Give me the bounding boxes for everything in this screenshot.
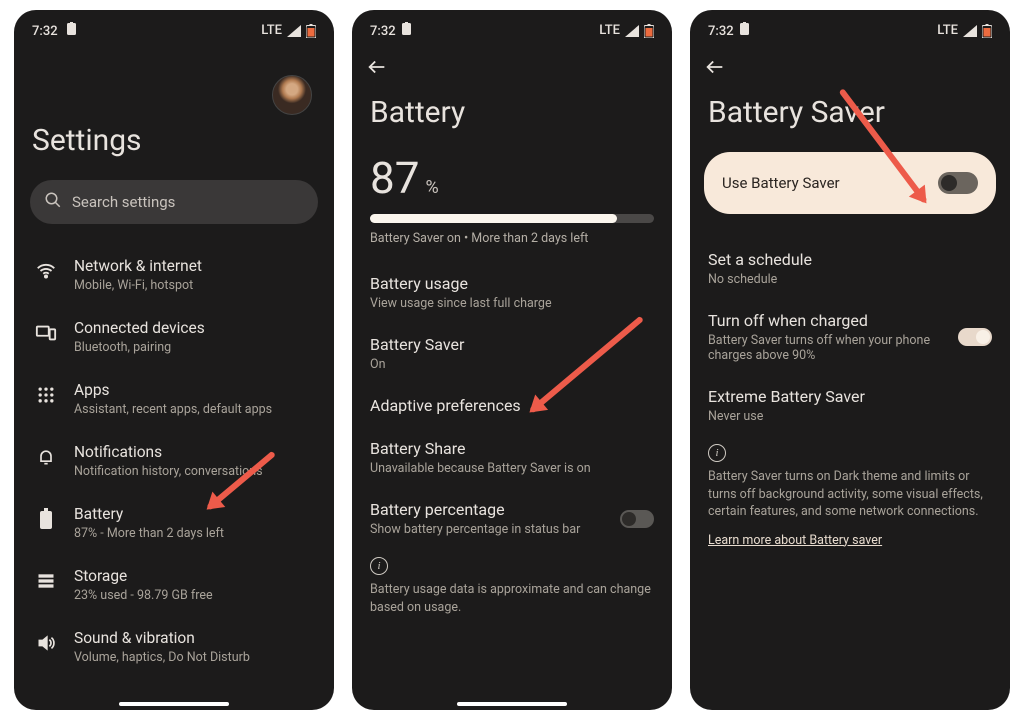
settings-item-sound[interactable]: Sound & vibrationVolume, haptics, Do Not… [28,616,320,678]
back-button[interactable] [366,53,394,81]
battery-share-row[interactable]: Battery Share Unavailable because Batter… [366,427,658,488]
use-battery-saver-switch[interactable]: Use Battery Saver [704,152,996,214]
search-icon [44,191,62,213]
adaptive-preferences-row[interactable]: Adaptive preferences [366,384,658,427]
settings-item-notifications[interactable]: NotificationsNotification history, conve… [28,430,320,492]
wifi-icon [34,259,58,283]
page-title: Battery [370,95,654,130]
statusbar: 7:32 LTE [366,20,658,47]
settings-item-network[interactable]: Network & internet Mobile, Wi-Fi, hotspot [28,244,320,306]
signal-icon [963,25,977,37]
network-label: LTE [261,23,282,38]
set-schedule-row[interactable]: Set a schedule No schedule [704,238,996,299]
battery-status-line: Battery Saver on • More than 2 days left [370,231,654,246]
battery-saver-info-text: Battery Saver turns on Dark theme and li… [708,468,992,521]
page-title: Battery Saver [708,95,992,130]
use-battery-saver-toggle[interactable] [938,172,978,194]
search-placeholder: Search settings [72,193,175,211]
bell-icon [34,445,58,469]
settings-item-battery[interactable]: Battery87% - More than 2 days left [28,492,320,554]
profile-avatar[interactable] [272,75,312,115]
back-button[interactable] [704,53,732,81]
battery-status-icon [982,24,992,38]
extreme-battery-saver-row[interactable]: Extreme Battery Saver Never use [704,375,996,436]
item-title: Network & internet [74,257,314,275]
statusbar: 7:32 LTE [704,20,996,47]
battery-saver-row[interactable]: Battery Saver On [366,323,658,384]
battery-status-icon [306,24,316,38]
battery-icon [34,507,58,531]
devices-icon [34,321,58,345]
home-indicator[interactable] [457,702,567,706]
settings-item-connected-devices[interactable]: Connected devicesBluetooth, pairing [28,306,320,368]
storage-icon [34,569,58,593]
turn-off-when-charged-row[interactable]: Turn off when charged Battery Saver turn… [704,299,996,375]
statusbar: 7:32 LTE [28,20,320,47]
search-input[interactable]: Search settings [30,180,318,224]
signal-icon [625,25,639,37]
battery-percentage-toggle[interactable] [620,510,654,528]
battery-percentage-display: 87 % [370,152,654,204]
item-sub: Mobile, Wi-Fi, hotspot [74,278,314,293]
signal-icon [287,25,301,37]
page-title: Settings [32,123,316,158]
battery-usage-row[interactable]: Battery usage View usage since last full… [366,262,658,323]
apps-icon [34,383,58,407]
battery-small-icon [67,24,76,39]
phone-screen-battery: 7:32 LTE Battery 87 % Battery Saver on •… [352,10,672,710]
status-time: 7:32 [32,24,58,39]
settings-item-apps[interactable]: AppsAssistant, recent apps, default apps [28,368,320,430]
phone-screen-settings: 7:32 LTE Settings Search settings Networ… [14,10,334,710]
settings-item-storage[interactable]: Storage23% used - 98.79 GB free [28,554,320,616]
phone-screen-battery-saver: 7:32 LTE Battery Saver Use Battery Saver… [690,10,1010,710]
learn-more-link[interactable]: Learn more about Battery saver [708,533,882,548]
battery-status-icon [644,24,654,38]
battery-progress-bar [370,214,654,223]
battery-small-icon [402,24,411,39]
battery-percentage-row[interactable]: Battery percentage Show battery percenta… [366,488,658,549]
turn-off-when-charged-toggle[interactable] [958,328,992,346]
home-indicator[interactable] [119,702,229,706]
battery-small-icon [740,24,749,39]
battery-info-text: Battery usage data is approximate and ca… [370,581,654,616]
info-icon: i [370,557,388,575]
info-icon: i [708,444,726,462]
speaker-icon [34,631,58,655]
